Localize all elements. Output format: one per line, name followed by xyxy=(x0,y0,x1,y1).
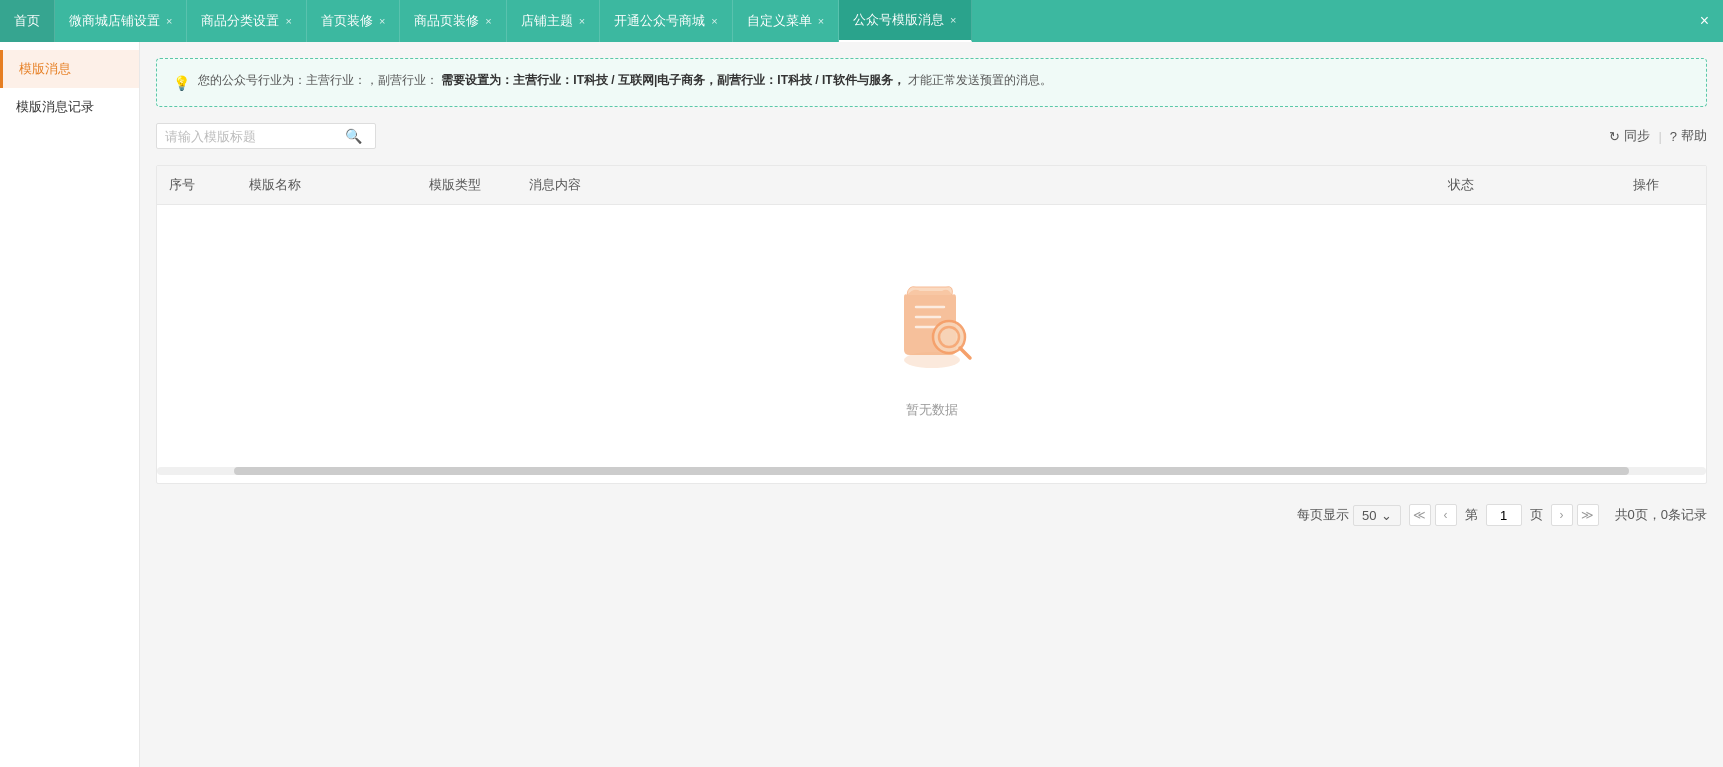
th-status: 状态 xyxy=(1436,166,1586,204)
close-all-button[interactable]: × xyxy=(1686,12,1723,30)
search-input-wrapper[interactable]: 🔍 xyxy=(156,123,376,149)
toolbar-right: ↻ 同步 | ? 帮助 xyxy=(1609,127,1707,145)
pagination-bar: 每页显示 50 ⌄ ≪ ‹ 第 页 › ≫ 共0页，0条记录 xyxy=(156,496,1707,530)
bulb-icon: 💡 xyxy=(173,72,190,94)
nav-label-shop-setting: 微商城店铺设置 xyxy=(69,12,160,30)
nav-item-home[interactable]: 首页 xyxy=(0,0,55,42)
page-label: 第 xyxy=(1465,506,1478,524)
page-navigation: ≪ ‹ 第 页 › ≫ 共0页，0条记录 xyxy=(1409,504,1707,526)
close-icon[interactable]: × xyxy=(166,15,172,27)
scroll-thumb[interactable] xyxy=(234,467,1628,475)
nav-item-theme[interactable]: 店铺主题 × xyxy=(507,0,600,42)
table-header: 序号 模版名称 模版类型 消息内容 状态 操作 xyxy=(157,166,1706,205)
close-icon[interactable]: × xyxy=(950,14,956,26)
nav-item-category[interactable]: 商品分类设置 × xyxy=(187,0,306,42)
nav-label-template-msg: 公众号模版消息 xyxy=(853,11,944,29)
prev-page-button[interactable]: ‹ xyxy=(1435,504,1457,526)
per-page-label: 每页显示 xyxy=(1297,506,1349,524)
sync-button[interactable]: ↻ 同步 xyxy=(1609,127,1650,145)
close-icon[interactable]: × xyxy=(285,15,291,27)
sidebar: 模版消息 模版消息记录 xyxy=(0,42,140,767)
per-page-dropdown[interactable]: 50 ⌄ xyxy=(1353,505,1400,526)
first-page-button[interactable]: ≪ xyxy=(1409,504,1431,526)
nav-item-shop-setting[interactable]: 微商城店铺设置 × xyxy=(55,0,187,42)
per-page-select: 每页显示 50 ⌄ xyxy=(1297,505,1400,526)
nav-label-home: 首页 xyxy=(14,12,40,30)
svg-line-6 xyxy=(960,348,970,358)
next-page-button[interactable]: › xyxy=(1551,504,1573,526)
sidebar-item-template-record[interactable]: 模版消息记录 xyxy=(0,88,139,126)
notice-text: 您的公众号行业为：主营行业：，副营行业： 需要设置为：主营行业：IT科技 / 互… xyxy=(198,71,1052,90)
help-label: 帮助 xyxy=(1681,127,1707,145)
nav-label-theme: 店铺主题 xyxy=(521,12,573,30)
current-page-input[interactable] xyxy=(1486,504,1522,526)
sync-icon: ↻ xyxy=(1609,129,1620,144)
data-table: 序号 模版名称 模版类型 消息内容 状态 操作 xyxy=(156,165,1707,484)
last-page-button[interactable]: ≫ xyxy=(1577,504,1599,526)
notice-highlight: 需要设置为：主营行业：IT科技 / 互联网|电子商务，副营行业：IT科技 / I… xyxy=(441,73,904,87)
sync-label: 同步 xyxy=(1624,127,1650,145)
page-unit: 页 xyxy=(1530,506,1543,524)
notice-box: 💡 您的公众号行业为：主营行业：，副营行业： 需要设置为：主营行业：IT科技 /… xyxy=(156,58,1707,107)
close-all-icon: × xyxy=(1700,12,1709,29)
th-type: 模版类型 xyxy=(417,166,517,204)
help-icon: ? xyxy=(1670,129,1677,144)
nav-label-mall: 开通公众号商城 xyxy=(614,12,705,30)
notice-prefix: 您的公众号行业为：主营行业：，副营行业： xyxy=(198,73,438,87)
nav-item-home-decor[interactable]: 首页装修 × xyxy=(307,0,400,42)
horizontal-scrollbar[interactable] xyxy=(157,467,1706,475)
close-icon[interactable]: × xyxy=(579,15,585,27)
search-input[interactable] xyxy=(165,129,345,144)
main-layout: 模版消息 模版消息记录 💡 您的公众号行业为：主营行业：，副营行业： 需要设置为… xyxy=(0,42,1723,767)
nav-item-product-decor[interactable]: 商品页装修 × xyxy=(400,0,506,42)
empty-state: 暂无数据 xyxy=(157,205,1706,459)
empty-illustration xyxy=(872,265,992,385)
search-row: 🔍 ↻ 同步 | ? 帮助 xyxy=(156,119,1707,153)
sidebar-item-template-msg[interactable]: 模版消息 xyxy=(0,50,139,88)
nav-item-template-msg[interactable]: 公众号模版消息 × xyxy=(839,0,971,42)
notice-suffix: 才能正常发送预置的消息。 xyxy=(908,73,1052,87)
chevron-down-icon: ⌄ xyxy=(1381,508,1392,523)
nav-label-menu: 自定义菜单 xyxy=(747,12,812,30)
nav-item-mall[interactable]: 开通公众号商城 × xyxy=(600,0,732,42)
page-total: 共0页，0条记录 xyxy=(1615,506,1707,524)
sidebar-item-label: 模版消息 xyxy=(19,61,71,76)
nav-label-home-decor: 首页装修 xyxy=(321,12,373,30)
sidebar-item-label: 模版消息记录 xyxy=(16,99,94,114)
nav-label-category: 商品分类设置 xyxy=(201,12,279,30)
th-seq: 序号 xyxy=(157,166,237,204)
th-name: 模版名称 xyxy=(237,166,417,204)
th-action: 操作 xyxy=(1586,166,1706,204)
per-page-value: 50 xyxy=(1362,508,1376,523)
nav-item-menu[interactable]: 自定义菜单 × xyxy=(733,0,839,42)
search-icon[interactable]: 🔍 xyxy=(345,128,362,144)
close-icon[interactable]: × xyxy=(818,15,824,27)
th-content: 消息内容 xyxy=(517,166,1436,204)
close-icon[interactable]: × xyxy=(379,15,385,27)
top-nav-bar: 首页 微商城店铺设置 × 商品分类设置 × 首页装修 × 商品页装修 × 店铺主… xyxy=(0,0,1723,42)
close-icon[interactable]: × xyxy=(485,15,491,27)
content-area: 💡 您的公众号行业为：主营行业：，副营行业： 需要设置为：主营行业：IT科技 /… xyxy=(140,42,1723,767)
help-button[interactable]: ? 帮助 xyxy=(1670,127,1707,145)
close-icon[interactable]: × xyxy=(711,15,717,27)
divider: | xyxy=(1658,129,1661,144)
empty-text: 暂无数据 xyxy=(906,401,958,419)
nav-label-product-decor: 商品页装修 xyxy=(414,12,479,30)
